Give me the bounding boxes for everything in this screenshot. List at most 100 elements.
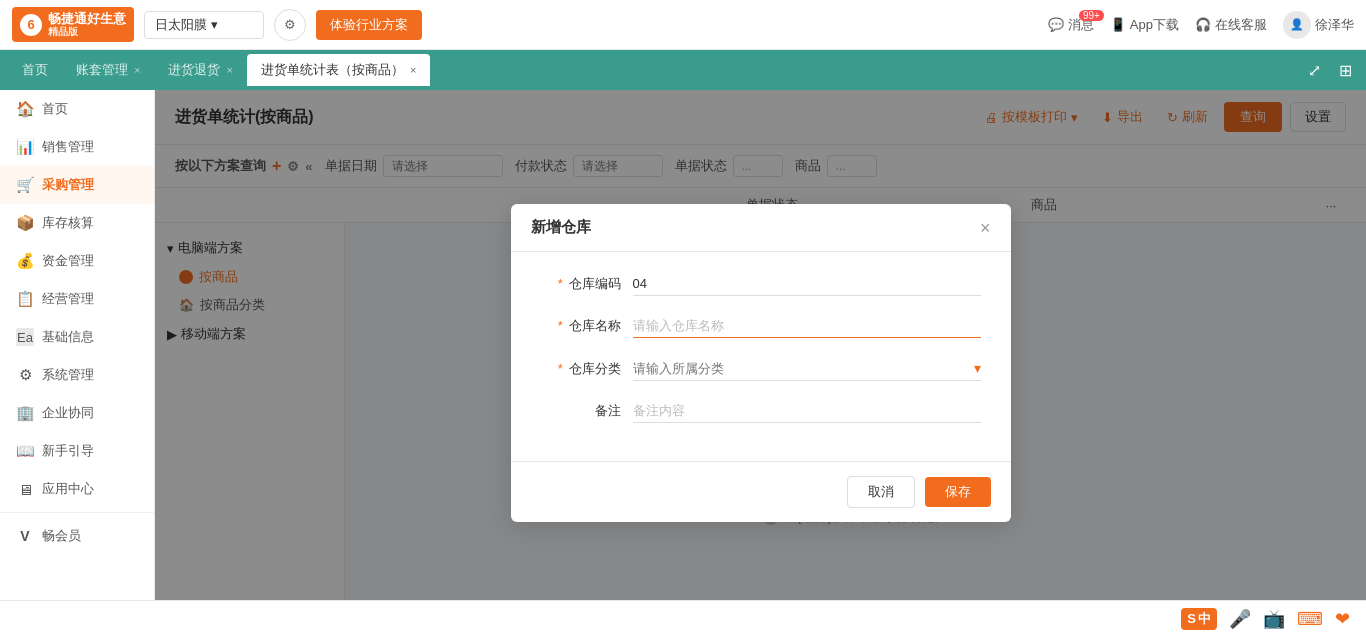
tab-account-label: 账套管理 [76, 61, 128, 79]
modal-header: 新增仓库 × [511, 204, 1011, 252]
tab-return[interactable]: 进货退货 × [154, 54, 246, 86]
sidebar-item-system-label: 系统管理 [42, 366, 94, 384]
sidebar-item-apps[interactable]: 🖥 应用中心 [0, 470, 154, 508]
bottom-logo: S 中 [1181, 608, 1217, 630]
bottom-bar: S 中 🎤 📺 ⌨ ❤ [0, 600, 1366, 636]
headset-icon: 🎧 [1195, 17, 1211, 32]
bottom-logo-text: 中 [1198, 610, 1211, 628]
bottom-logo-s: S [1187, 611, 1196, 626]
tab-expand-button[interactable]: ⊞ [1333, 59, 1358, 82]
modal-overlay: 新增仓库 × * 仓库编码 * [155, 90, 1366, 636]
sidebar-item-system[interactable]: ⚙ 系统管理 [0, 356, 154, 394]
enterprise-icon: 🏢 [16, 404, 34, 422]
gear-button[interactable]: ⚙ [274, 9, 306, 41]
modal-close-button[interactable]: × [980, 219, 991, 237]
cancel-button[interactable]: 取消 [847, 476, 915, 508]
form-row-code: * 仓库编码 [541, 272, 981, 296]
guide-icon: 📖 [16, 442, 34, 460]
online-service-item[interactable]: 🎧 在线客服 [1195, 16, 1267, 34]
category-input[interactable] [633, 361, 974, 376]
code-required: * [558, 276, 563, 291]
sidebar-item-apps-label: 应用中心 [42, 480, 94, 498]
sidebar-item-finance[interactable]: 💰 资金管理 [0, 242, 154, 280]
category-required: * [558, 361, 563, 376]
avatar: 👤 [1283, 11, 1311, 39]
message-item[interactable]: 💬 消息 99+ [1048, 16, 1094, 34]
sidebar-item-enterprise[interactable]: 🏢 企业协同 [0, 394, 154, 432]
category-select[interactable]: ▾ [633, 356, 981, 381]
sidebar-item-guide-label: 新手引导 [42, 442, 94, 460]
store-name: 日太阳膜 [155, 16, 207, 34]
system-icon: ⚙ [16, 366, 34, 384]
sidebar-item-purchase[interactable]: 🛒 采购管理 [0, 166, 154, 204]
chevron-down-icon: ▾ [211, 17, 218, 32]
form-row-name: * 仓库名称 [541, 314, 981, 338]
sidebar-item-home[interactable]: 🏠 首页 [0, 90, 154, 128]
modal-dialog: 新增仓库 × * 仓库编码 * [511, 204, 1011, 522]
heart-icon[interactable]: ❤ [1335, 608, 1350, 630]
sidebar-item-basic[interactable]: Ea 基础信息 [0, 318, 154, 356]
sidebar-item-guide[interactable]: 📖 新手引导 [0, 432, 154, 470]
username-label: 徐泽华 [1315, 16, 1354, 34]
modal-body: * 仓库编码 * 仓库名称 [511, 252, 1011, 461]
sidebar-item-inventory[interactable]: 📦 库存核算 [0, 204, 154, 242]
top-header: 6 畅捷通好生意 精品版 日太阳膜 ▾ ⚙ 体验行业方案 💬 消息 99+ 📱 … [0, 0, 1366, 50]
sidebar-item-sales-label: 销售管理 [42, 138, 94, 156]
sidebar-item-finance-label: 资金管理 [42, 252, 94, 270]
tab-stats-label: 进货单统计表（按商品） [261, 61, 404, 79]
sidebar-item-management-label: 经营管理 [42, 290, 94, 308]
tab-stats-close[interactable]: × [410, 64, 416, 76]
sidebar-item-home-label: 首页 [42, 100, 68, 118]
user-item[interactable]: 👤 徐泽华 [1283, 11, 1354, 39]
save-button[interactable]: 保存 [925, 477, 991, 507]
tab-account[interactable]: 账套管理 × [62, 54, 154, 86]
tv-icon[interactable]: 📺 [1263, 608, 1285, 630]
content-area: 进货单统计(按商品) 🖨 按模板打印 ▾ ⬇ 导出 ↻ 刷新 查询 设置 [155, 90, 1366, 636]
sidebar-item-management[interactable]: 📋 经营管理 [0, 280, 154, 318]
home-icon: 🏠 [16, 100, 34, 118]
tab-stats[interactable]: 进货单统计表（按商品） × [247, 54, 430, 86]
sidebar-item-purchase-label: 采购管理 [42, 176, 94, 194]
tab-home-label: 首页 [22, 61, 48, 79]
logo-text: 畅捷通好生意 精品版 [48, 11, 126, 39]
sidebar-item-vip[interactable]: V 畅会员 [0, 517, 154, 555]
tab-home[interactable]: 首页 [8, 54, 62, 86]
sidebar-item-sales[interactable]: 📊 销售管理 [0, 128, 154, 166]
sidebar-item-basic-label: 基础信息 [42, 328, 94, 346]
code-label: * 仓库编码 [541, 275, 621, 293]
basic-icon: Ea [16, 328, 34, 346]
form-row-category: * 仓库分类 ▾ [541, 356, 981, 381]
management-icon: 📋 [16, 290, 34, 308]
logo-icon: 6 [20, 14, 42, 36]
modal-footer: 取消 保存 [511, 461, 1011, 522]
sidebar-item-enterprise-label: 企业协同 [42, 404, 94, 422]
name-label: * 仓库名称 [541, 317, 621, 335]
tab-return-label: 进货退货 [168, 61, 220, 79]
logo-main: 畅捷通好生意 [48, 11, 126, 27]
name-input[interactable] [633, 314, 981, 338]
online-service-label: 在线客服 [1215, 16, 1267, 34]
message-badge: 99+ [1079, 10, 1104, 21]
message-icon: 💬 [1048, 17, 1064, 32]
app-download-item[interactable]: 📱 App下载 [1110, 16, 1179, 34]
name-required: * [558, 318, 563, 333]
keyboard-icon[interactable]: ⌨ [1297, 608, 1323, 630]
store-select[interactable]: 日太阳膜 ▾ [144, 11, 264, 39]
tab-account-close[interactable]: × [134, 64, 140, 76]
code-input[interactable] [633, 272, 981, 296]
finance-icon: 💰 [16, 252, 34, 270]
modal-title: 新增仓库 [531, 218, 591, 237]
logo-area: 6 畅捷通好生意 精品版 [12, 7, 134, 43]
tab-restore-button[interactable]: ⤢ [1302, 59, 1327, 82]
mic-icon[interactable]: 🎤 [1229, 608, 1251, 630]
main-layout: 🏠 首页 📊 销售管理 🛒 采购管理 📦 库存核算 💰 资金管理 📋 经营管理 … [0, 90, 1366, 636]
tab-actions: ⤢ ⊞ [1302, 59, 1358, 82]
inventory-icon: 📦 [16, 214, 34, 232]
note-input[interactable] [633, 399, 981, 423]
sidebar-item-vip-label: 畅会员 [42, 527, 81, 545]
experience-button[interactable]: 体验行业方案 [316, 10, 422, 40]
category-dropdown-icon[interactable]: ▾ [974, 360, 981, 376]
tab-return-close[interactable]: × [226, 64, 232, 76]
purchase-icon: 🛒 [16, 176, 34, 194]
sidebar-item-inventory-label: 库存核算 [42, 214, 94, 232]
